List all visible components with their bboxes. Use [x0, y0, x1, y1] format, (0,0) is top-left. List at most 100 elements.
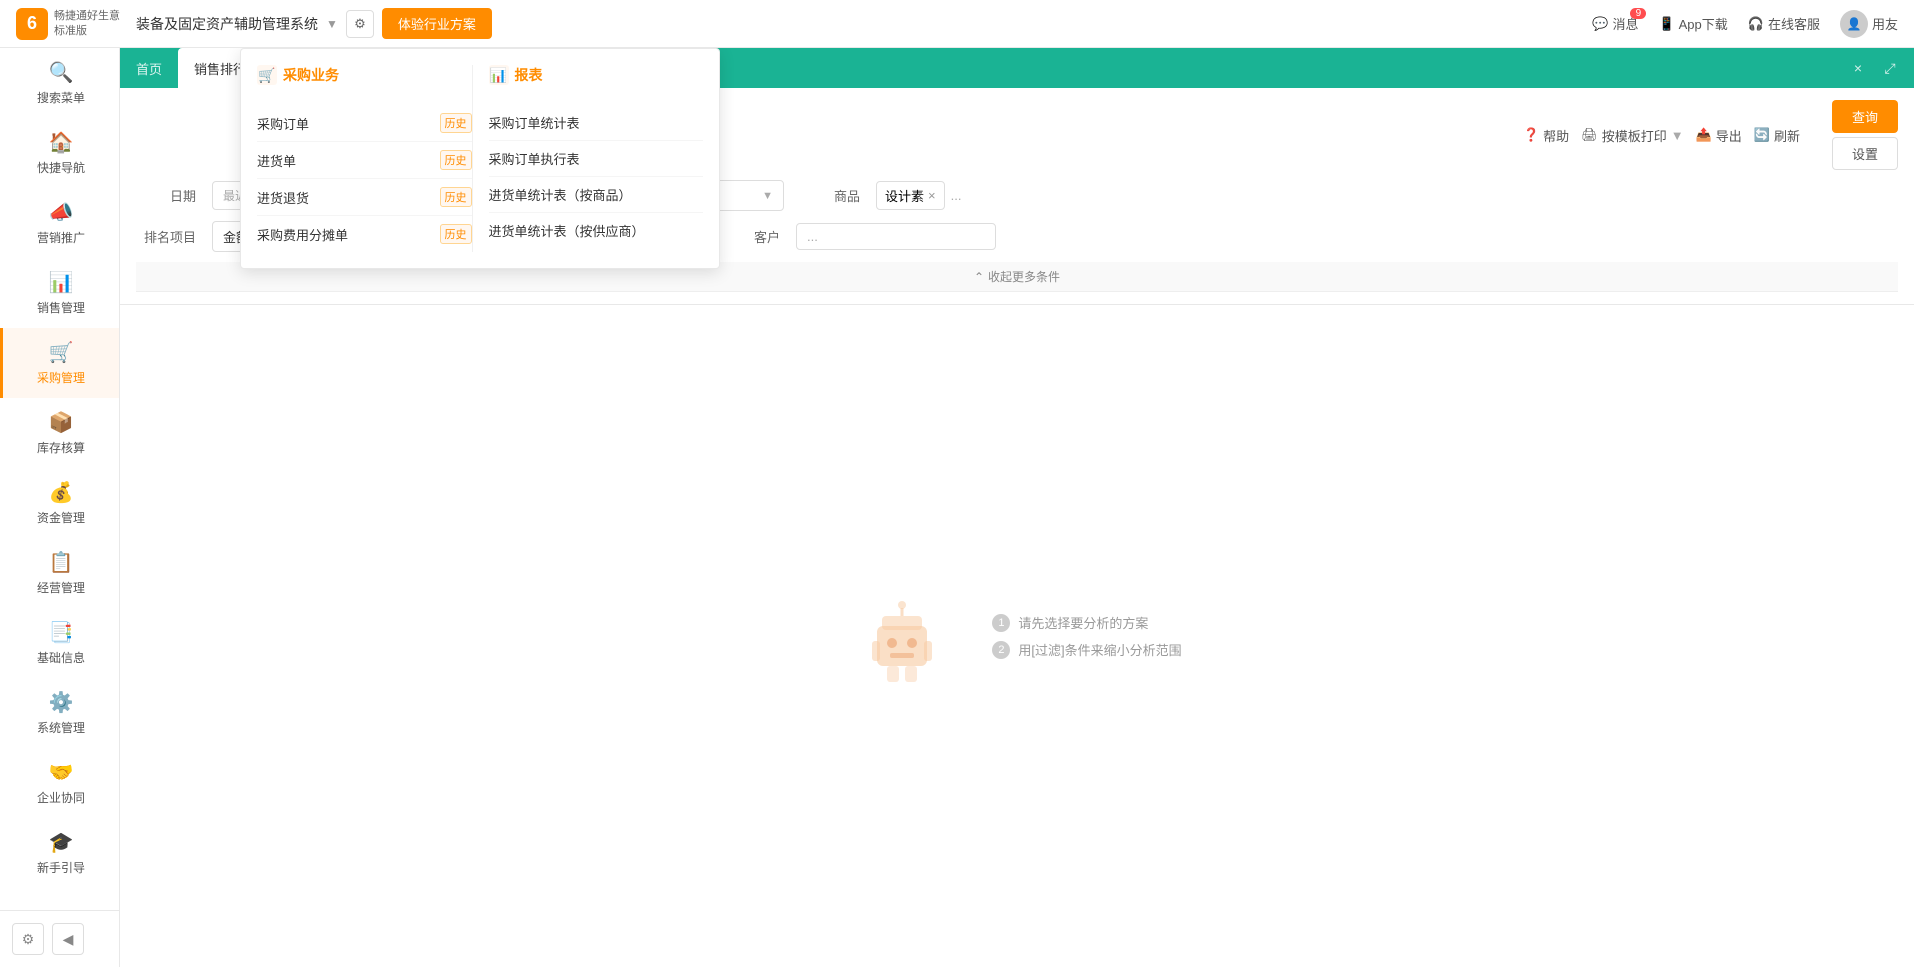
customer-input[interactable]: ... — [796, 223, 996, 250]
refresh-icon: 🔄 — [1754, 127, 1770, 143]
sidebar-item-purchase[interactable]: 🛒 采购管理 — [0, 328, 119, 398]
chart-icon: 📊 — [49, 270, 74, 295]
sidebar-bottom: ⚙ ◀ — [0, 910, 119, 967]
phone-icon: 📱 — [1658, 16, 1674, 32]
avatar-icon: 👤 — [1847, 17, 1862, 31]
history-badge: 历史 — [440, 187, 472, 207]
tab-close-btn[interactable]: × — [1846, 56, 1870, 80]
sidebar-item-quicknav[interactable]: 🏠 快捷导航 — [0, 118, 119, 188]
refresh-btn[interactable]: 🔄 刷新 — [1754, 126, 1800, 145]
avatar: 👤 — [1840, 10, 1868, 38]
dropdown-item-incoming[interactable]: 进货单 历史 — [257, 142, 472, 179]
dropdown-item-order-exec[interactable]: 采购订单执行表 — [489, 141, 704, 177]
money-icon: 💰 — [49, 480, 74, 505]
handshake-icon: 🤝 — [49, 760, 74, 785]
goods-dots[interactable]: ... — [951, 188, 962, 203]
dropdown-item-order-stat[interactable]: 采购订单统计表 — [489, 105, 704, 141]
sidebar-item-management[interactable]: 📋 经营管理 — [0, 538, 119, 608]
purchase-dropdown-menu: 🛒 采购业务 采购订单 历史 进货单 历史 进货退货 历史 采购费用分摊单 — [240, 48, 720, 269]
empty-tips: 1 请先选择要分析的方案 2 用[过滤]条件来缩小分析范围 — [992, 613, 1181, 659]
system-arrow-icon[interactable]: ▼ — [326, 17, 338, 31]
dropdown-col-business: 🛒 采购业务 采购订单 历史 进货单 历史 进货退货 历史 采购费用分摊单 — [257, 65, 472, 252]
sidebar-item-collab[interactable]: 🤝 企业协同 — [0, 748, 119, 818]
sidebar-item-newbie[interactable]: 🎓 新手引导 — [0, 818, 119, 888]
report-col-icon: 📊 — [489, 65, 509, 85]
settings-icon: ⚙️ — [49, 690, 74, 715]
sidebar-item-sales[interactable]: 📊 销售管理 — [0, 258, 119, 328]
dropdown-item-goods-stat[interactable]: 进货单统计表（按商品） — [489, 177, 704, 213]
query-button[interactable]: 查询 — [1832, 100, 1898, 133]
industry-btn[interactable]: 体验行业方案 — [382, 8, 492, 39]
message-icon: 💬 — [1592, 16, 1608, 32]
message-badge: 9 — [1630, 8, 1646, 19]
logo-text: 畅捷通好生意 标准版 — [54, 9, 120, 38]
help-btn[interactable]: ❓ 帮助 — [1523, 126, 1569, 145]
cart-icon: 🛒 — [49, 340, 74, 365]
main-content: 🛒 采购业务 采购订单 历史 进货单 历史 进货退货 历史 采购费用分摊单 — [120, 48, 1914, 967]
business-col-icon: 🛒 — [257, 65, 277, 85]
box-icon: 📦 — [49, 410, 74, 435]
search-icon: 🔍 — [49, 60, 74, 85]
rank-label: 排名项目 — [136, 227, 196, 246]
print-icon: 🖨 — [1581, 127, 1598, 143]
sidebar-settings-btn[interactable]: ⚙ — [12, 923, 44, 955]
empty-tip-1: 1 请先选择要分析的方案 — [992, 613, 1181, 632]
top-bar: 6 畅捷通好生意 标准版 装备及固定资产辅助管理系统 ▼ ⚙ 体验行业方案 💬 … — [0, 0, 1914, 48]
goods-tag: 设计素 × — [876, 181, 945, 210]
dropdown-item-purchase-order[interactable]: 采购订单 历史 — [257, 105, 472, 142]
customer-dots[interactable]: ... — [807, 229, 818, 244]
robot-svg — [852, 596, 952, 686]
tip-num-1: 1 — [992, 614, 1010, 632]
filter-toolbar-right: ❓ 帮助 🖨 按模板打印 ▼ 📤 导出 🔄 — [1523, 126, 1800, 145]
export-btn[interactable]: 📤 导出 — [1696, 126, 1742, 145]
dropdown-item-expense[interactable]: 采购费用分摊单 历史 — [257, 216, 472, 252]
megaphone-icon: 📣 — [49, 200, 74, 225]
online-service-btn[interactable]: 🎧 在线客服 — [1748, 14, 1820, 33]
empty-tip-2: 2 用[过滤]条件来缩小分析范围 — [992, 640, 1181, 659]
top-bar-right: 💬 消息 9 📱 App下载 🎧 在线客服 👤 用友 — [1592, 10, 1898, 38]
app-download-btn[interactable]: 📱 App下载 — [1658, 14, 1727, 33]
sidebar-item-finance[interactable]: 💰 资金管理 — [0, 468, 119, 538]
sidebar-item-inventory[interactable]: 📦 库存核算 — [0, 398, 119, 468]
logo-icon: 6 — [16, 8, 48, 40]
tabs-bar-right: × ⤢ — [1846, 56, 1914, 80]
doc-icon: 📑 — [49, 620, 74, 645]
gear-button[interactable]: ⚙ — [346, 10, 374, 38]
status-arrow-icon: ▼ — [762, 190, 773, 202]
print-btn[interactable]: 🖨 按模板打印 ▼ — [1581, 126, 1683, 145]
sidebar-item-marketing[interactable]: 📣 营销推广 — [0, 188, 119, 258]
system-title: 装备及固定资产辅助管理系统 — [136, 14, 318, 34]
sidebar-item-search[interactable]: 🔍 搜索菜单 — [0, 48, 119, 118]
message-btn[interactable]: 💬 消息 9 — [1592, 14, 1638, 33]
settings-button[interactable]: 设置 — [1832, 137, 1898, 170]
history-badge: 历史 — [440, 224, 472, 244]
dropdown-item-supplier-stat[interactable]: 进货单统计表（按供应商） — [489, 213, 704, 248]
history-badge: 历史 — [440, 150, 472, 170]
goods-label: 商品 — [800, 186, 860, 205]
sidebar-collapse-btn[interactable]: ◀ — [52, 923, 84, 955]
sidebar-item-system[interactable]: ⚙️ 系统管理 — [0, 678, 119, 748]
headset-icon: 🎧 — [1748, 16, 1764, 32]
dropdown-col-report-title: 📊 报表 — [489, 65, 704, 93]
export-icon: 📤 — [1696, 127, 1712, 143]
sidebar: 🔍 搜索菜单 🏠 快捷导航 📣 营销推广 📊 销售管理 🛒 采购管理 📦 库存核… — [0, 48, 120, 967]
print-arrow-icon: ▼ — [1671, 128, 1684, 143]
empty-state: 1 请先选择要分析的方案 2 用[过滤]条件来缩小分析范围 — [120, 305, 1914, 967]
goods-tag-close[interactable]: × — [928, 188, 936, 203]
dropdown-col-business-title: 🛒 采购业务 — [257, 65, 472, 93]
customer-label: 客户 — [720, 227, 780, 246]
help-icon: ❓ — [1523, 127, 1539, 143]
date-label: 日期 — [136, 186, 196, 205]
history-badge: 历史 — [440, 113, 472, 133]
user-btn[interactable]: 👤 用友 — [1840, 10, 1898, 38]
clipboard-icon: 📋 — [49, 550, 74, 575]
tab-resize-btn[interactable]: ⤢ — [1878, 56, 1902, 80]
collapse-icon: ⌃ — [974, 270, 984, 284]
tip-num-2: 2 — [992, 641, 1010, 659]
logo-area: 6 畅捷通好生意 标准版 — [16, 8, 136, 40]
sidebar-item-basic[interactable]: 📑 基础信息 — [0, 608, 119, 678]
dropdown-item-return[interactable]: 进货退货 历史 — [257, 179, 472, 216]
home-icon: 🏠 — [49, 130, 74, 155]
tab-home[interactable]: 首页 — [120, 48, 178, 88]
main-layout: 🔍 搜索菜单 🏠 快捷导航 📣 营销推广 📊 销售管理 🛒 采购管理 📦 库存核… — [0, 48, 1914, 967]
